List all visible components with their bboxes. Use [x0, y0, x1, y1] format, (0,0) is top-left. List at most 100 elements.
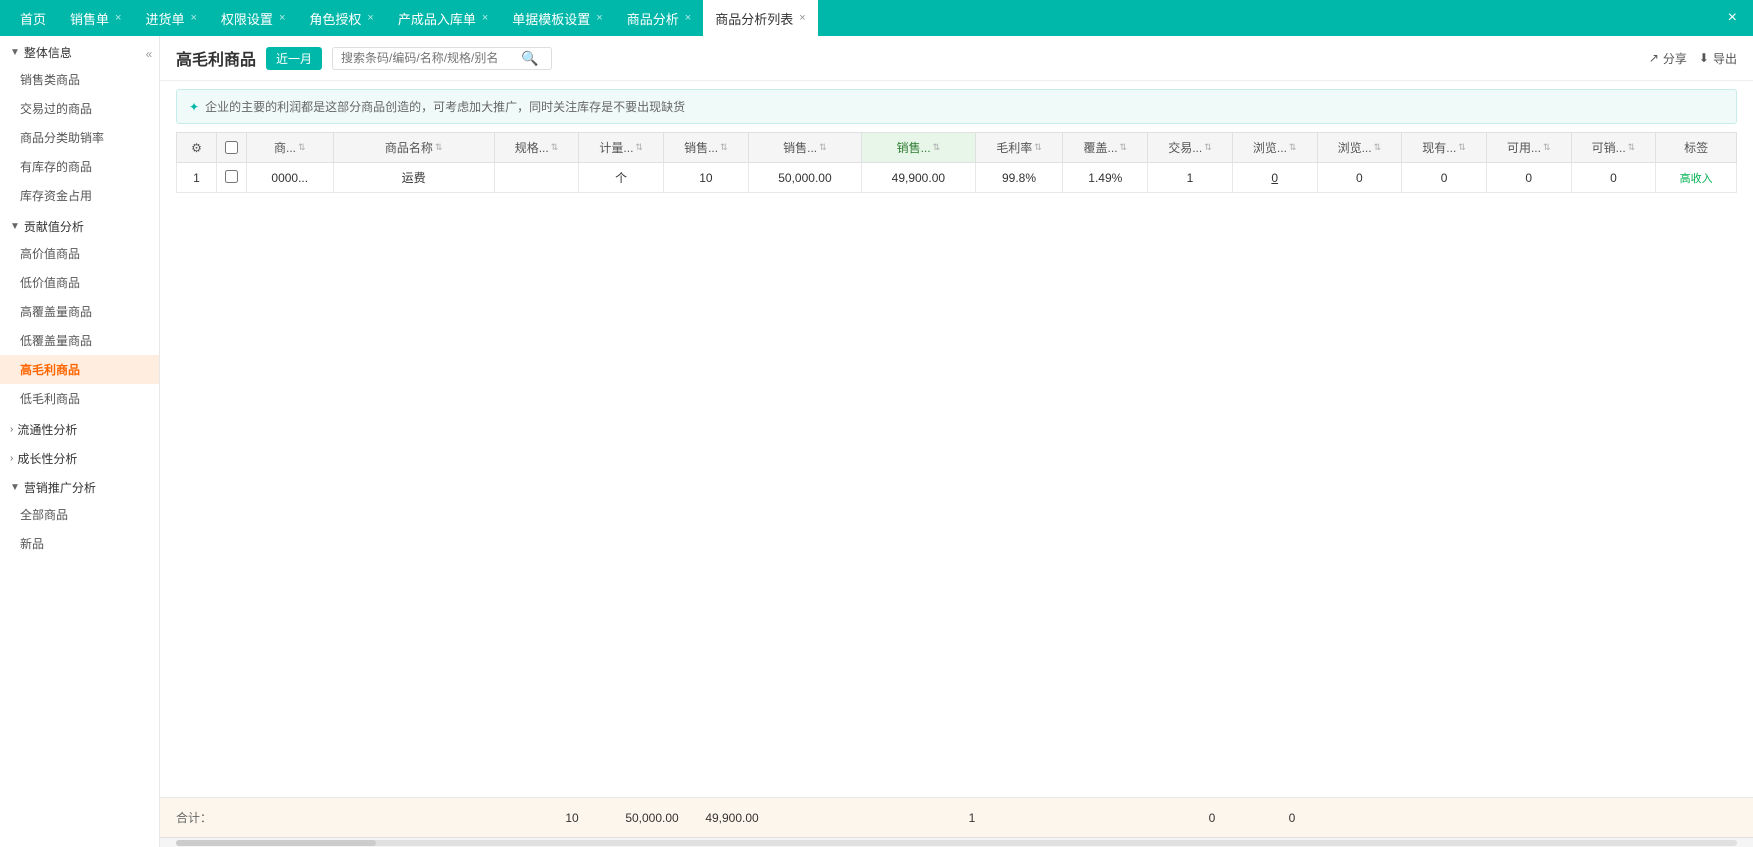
nav-tab-product-analysis[interactable]: 商品分析 ×: [615, 0, 703, 36]
th-transaction[interactable]: 交易... ⇅: [1148, 133, 1233, 163]
th-sellable-stock[interactable]: 可销... ⇅: [1571, 133, 1656, 163]
th-sales-amount[interactable]: 销售... ⇅: [748, 133, 861, 163]
nav-tab-sales[interactable]: 销售单 ×: [58, 0, 133, 36]
sidebar-item-sales-products[interactable]: 销售类商品: [0, 65, 159, 94]
sidebar-item-low-coverage[interactable]: 低覆盖量商品: [0, 326, 159, 355]
nav-tab-product-analysis-list[interactable]: 商品分析列表 ×: [703, 0, 817, 36]
sidebar-item-category-rate[interactable]: 商品分类助销率: [0, 123, 159, 152]
sort-icon: ⇅: [1543, 142, 1551, 153]
view1-link[interactable]: 0: [1271, 171, 1278, 185]
search-input[interactable]: [341, 51, 521, 65]
export-icon: ⬇: [1699, 51, 1709, 65]
th-sales-profit[interactable]: 销售... ⇅: [862, 133, 975, 163]
chevron-down-icon: ▼: [10, 221, 20, 232]
th-current-stock[interactable]: 现有... ⇅: [1402, 133, 1487, 163]
cell-tag: 高收入: [1656, 163, 1737, 193]
cell-checkbox[interactable]: [217, 163, 247, 193]
th-coverage[interactable]: 覆盖... ⇅: [1063, 133, 1148, 163]
th-settings[interactable]: ⚙: [177, 133, 217, 163]
close-icon[interactable]: ×: [799, 12, 805, 24]
sort-icon: ⇅: [1458, 142, 1466, 153]
share-button[interactable]: ↗ 分享: [1649, 50, 1687, 67]
th-available-stock[interactable]: 可用... ⇅: [1486, 133, 1571, 163]
sidebar-group-growth[interactable]: › 成长性分析: [0, 442, 159, 471]
footer-gross-margin: [772, 811, 852, 825]
nav-tab-purchase[interactable]: 进货单 ×: [133, 0, 208, 36]
nav-tab-home[interactable]: 首页: [8, 0, 58, 36]
nav-tab-template-label: 单据模板设置: [512, 9, 590, 28]
th-spec[interactable]: 规格... ⇅: [494, 133, 579, 163]
sidebar-item-new-products[interactable]: 新品: [0, 529, 159, 558]
cell-current-stock: 0: [1402, 163, 1487, 193]
close-icon[interactable]: ×: [190, 12, 196, 24]
sidebar-group-liquidity-label: 流通性分析: [17, 421, 77, 438]
cell-spec: [494, 163, 579, 193]
footer-transaction-val: 1: [932, 811, 1012, 825]
close-icon[interactable]: ×: [596, 12, 602, 24]
cell-sales-count: 10: [664, 163, 749, 193]
cell-gross-margin: 99.8%: [975, 163, 1063, 193]
sidebar-group-overview[interactable]: ▼ 整体信息: [0, 36, 159, 65]
sidebar-item-high-margin[interactable]: 高毛利商品: [0, 355, 159, 384]
date-filter-button[interactable]: 近一月: [266, 47, 322, 70]
search-wrapper: 🔍: [332, 47, 552, 70]
chevron-right-icon: ›: [10, 453, 13, 464]
th-gross-margin[interactable]: 毛利率 ⇅: [975, 133, 1063, 163]
nav-tab-permission[interactable]: 权限设置 ×: [209, 0, 297, 36]
th-checkbox[interactable]: [217, 133, 247, 163]
cell-view1[interactable]: 0: [1232, 163, 1317, 193]
sidebar-item-traded-products[interactable]: 交易过的商品: [0, 94, 159, 123]
table-row: 1 0000... 运费 个 10 50,000.00 49,900.00 99…: [177, 163, 1737, 193]
footer-available-stock-val: 0: [1252, 811, 1332, 825]
footer-sales-amount-val: 50,000.00: [612, 811, 692, 825]
footer-coverage: [852, 811, 932, 825]
close-icon[interactable]: ×: [367, 12, 373, 24]
cell-unit: 个: [579, 163, 664, 193]
th-tag[interactable]: 标签: [1656, 133, 1737, 163]
sidebar-item-all-products[interactable]: 全部商品: [0, 500, 159, 529]
footer-current-stock-val: 0: [1172, 811, 1252, 825]
row-checkbox[interactable]: [225, 170, 238, 183]
th-unit[interactable]: 计量... ⇅: [579, 133, 664, 163]
sidebar-group-liquidity[interactable]: › 流通性分析: [0, 413, 159, 442]
nav-tab-template[interactable]: 单据模板设置 ×: [500, 0, 614, 36]
sort-icon: ⇅: [551, 142, 559, 153]
scrollbar-thumb[interactable]: [176, 840, 376, 846]
th-view1[interactable]: 浏览... ⇅: [1232, 133, 1317, 163]
export-button[interactable]: ⬇ 导出: [1699, 50, 1737, 67]
footer-cells: 10 50,000.00 49,900.00 1 0 0: [232, 811, 1737, 825]
sort-icon: ⇅: [819, 142, 827, 153]
tag-label: 高收入: [1680, 173, 1713, 185]
sort-icon: ⇅: [435, 142, 443, 153]
select-all-checkbox[interactable]: [225, 141, 238, 154]
page-title: 高毛利商品: [176, 46, 256, 70]
content-header: 高毛利商品 近一月 🔍 ↗ 分享 ⬇ 导出: [160, 36, 1753, 81]
sidebar-item-low-value[interactable]: 低价值商品: [0, 268, 159, 297]
sort-icon: ⇅: [1120, 142, 1128, 153]
chevron-down-icon: ▼: [10, 47, 20, 58]
nav-tab-role[interactable]: 角色授权 ×: [297, 0, 385, 36]
sidebar-item-high-value[interactable]: 高价值商品: [0, 239, 159, 268]
nav-tab-purchase-label: 进货单: [145, 9, 184, 28]
sidebar-group-marketing[interactable]: ▼ 营销推广分析: [0, 471, 159, 500]
sidebar-item-high-coverage[interactable]: 高覆盖量商品: [0, 297, 159, 326]
sidebar-item-stock-funds[interactable]: 库存资金占用: [0, 181, 159, 210]
footer-sales-count-val: 10: [532, 811, 612, 825]
close-icon[interactable]: ×: [482, 12, 488, 24]
nav-tab-product-inbound[interactable]: 产成品入库单 ×: [386, 0, 500, 36]
sidebar-item-low-margin[interactable]: 低毛利商品: [0, 384, 159, 413]
search-icon[interactable]: 🔍: [521, 50, 538, 67]
th-name[interactable]: 商品名称 ⇅: [333, 133, 494, 163]
sidebar-item-in-stock[interactable]: 有库存的商品: [0, 152, 159, 181]
window-close-button[interactable]: ×: [1720, 9, 1745, 27]
cell-code: 0000...: [247, 163, 334, 193]
th-view2[interactable]: 浏览... ⇅: [1317, 133, 1402, 163]
close-icon[interactable]: ×: [685, 12, 691, 24]
sidebar-collapse-button[interactable]: «: [139, 44, 159, 64]
close-icon[interactable]: ×: [279, 12, 285, 24]
sidebar-group-contribution[interactable]: ▼ 贡献值分析: [0, 210, 159, 239]
th-code[interactable]: 商... ⇅: [247, 133, 334, 163]
close-icon[interactable]: ×: [115, 12, 121, 24]
th-sales-count[interactable]: 销售... ⇅: [664, 133, 749, 163]
horizontal-scrollbar[interactable]: [160, 837, 1753, 847]
